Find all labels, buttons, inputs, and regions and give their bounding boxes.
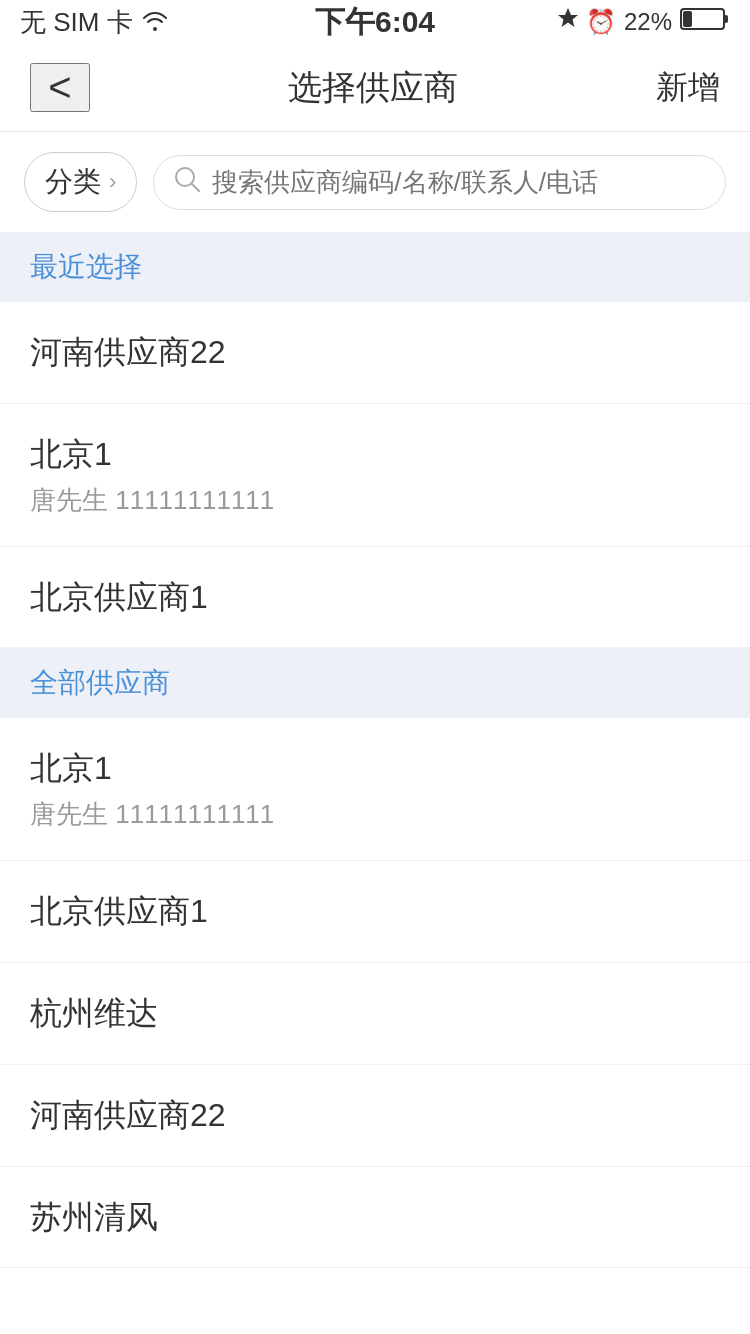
recent-section-label: 最近选择 (30, 251, 142, 282)
all-item-detail-0: 唐先生 11111111111 (30, 797, 720, 832)
status-left: 无 SIM 卡 (20, 5, 169, 40)
all-list: 北京1 唐先生 11111111111 北京供应商1 杭州维达 河南供应商22 … (0, 718, 750, 1268)
sim-status: 无 SIM 卡 (20, 5, 133, 40)
recent-item-1[interactable]: 北京1 唐先生 11111111111 (0, 404, 750, 547)
search-input[interactable] (212, 167, 705, 198)
recent-list: 河南供应商22 北京1 唐先生 11111111111 北京供应商1 (0, 302, 750, 648)
alarm-icon: ⏰ (586, 8, 616, 36)
all-item-3[interactable]: 河南供应商22 (0, 1065, 750, 1167)
svg-rect-1 (724, 15, 728, 23)
category-button[interactable]: 分类 › (24, 152, 137, 212)
all-item-name-2: 杭州维达 (30, 991, 720, 1036)
status-bar: 无 SIM 卡 下午6:04 ⏰ 22% (0, 0, 750, 44)
chevron-right-icon: › (109, 169, 116, 195)
recent-item-name-1: 北京1 (30, 432, 720, 477)
all-item-name-4: 苏州清风 (30, 1195, 720, 1240)
all-item-4[interactable]: 苏州清风 (0, 1167, 750, 1269)
status-right: ⏰ 22% (558, 7, 730, 37)
location-icon (558, 8, 578, 36)
wifi-icon (141, 7, 169, 38)
back-button[interactable]: < (30, 63, 90, 112)
battery-percent: 22% (624, 8, 672, 36)
all-item-0[interactable]: 北京1 唐先生 11111111111 (0, 718, 750, 861)
svg-line-4 (192, 184, 199, 191)
all-section-header: 全部供应商 (0, 648, 750, 718)
search-box[interactable] (153, 155, 726, 210)
search-icon (174, 166, 200, 199)
all-item-name-3: 河南供应商22 (30, 1093, 720, 1138)
all-item-name-1: 北京供应商1 (30, 889, 720, 934)
recent-section-header: 最近选择 (0, 232, 750, 302)
filter-bar: 分类 › (0, 132, 750, 232)
add-button[interactable]: 新增 (656, 66, 720, 110)
page-title: 选择供应商 (288, 65, 458, 111)
all-item-name-0: 北京1 (30, 746, 720, 791)
recent-item-detail-1: 唐先生 11111111111 (30, 483, 720, 518)
category-label: 分类 (45, 163, 101, 201)
status-time: 下午6:04 (315, 2, 435, 43)
recent-item-2[interactable]: 北京供应商1 (0, 547, 750, 649)
nav-bar: < 选择供应商 新增 (0, 44, 750, 132)
recent-item-0[interactable]: 河南供应商22 (0, 302, 750, 404)
battery-icon (680, 7, 730, 37)
all-item-2[interactable]: 杭州维达 (0, 963, 750, 1065)
recent-item-name-2: 北京供应商1 (30, 575, 720, 620)
recent-item-name-0: 河南供应商22 (30, 330, 720, 375)
all-section-label: 全部供应商 (30, 667, 170, 698)
svg-rect-2 (683, 11, 692, 27)
all-item-1[interactable]: 北京供应商1 (0, 861, 750, 963)
